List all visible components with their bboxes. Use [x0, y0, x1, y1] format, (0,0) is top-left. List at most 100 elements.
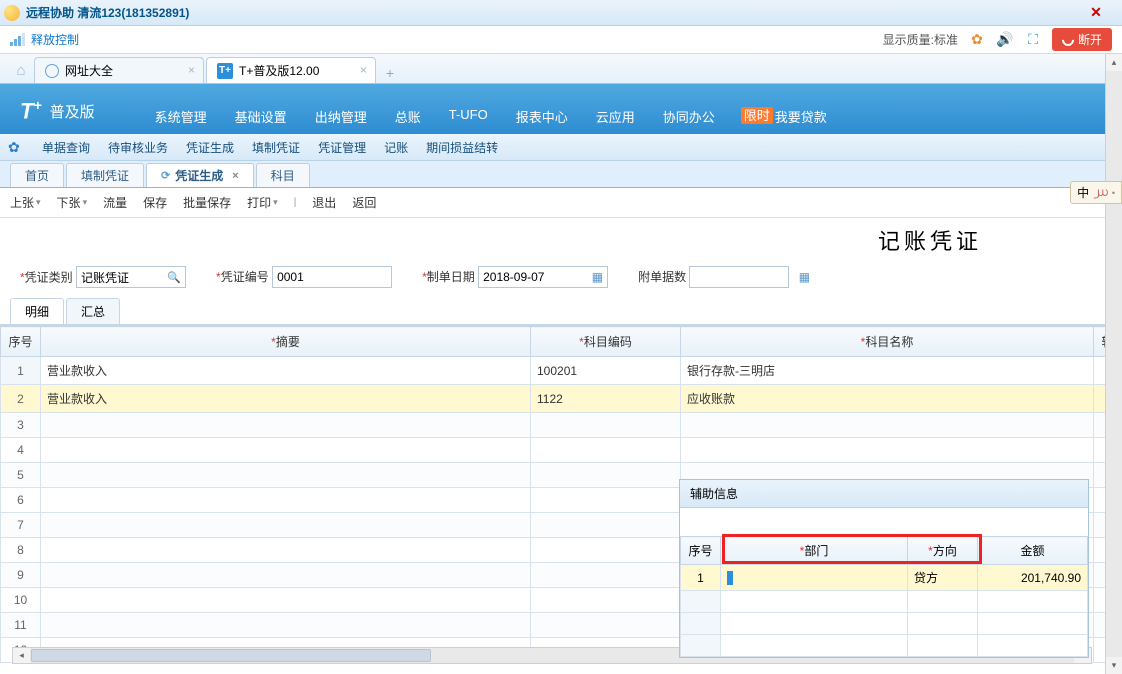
number-label: 凭证编号 [221, 270, 269, 284]
col-summary[interactable]: *摘要 [41, 327, 531, 357]
tab-subjects[interactable]: 科目 [256, 163, 310, 187]
type-field[interactable]: 记账凭证🔍 [76, 266, 186, 288]
gear-icon[interactable]: ✿ [8, 139, 24, 155]
voucher-toolbar: 上张▾ 下张▾ 流量 保存 批量保存 打印▾ | 退出 返回 [0, 188, 1122, 218]
cell-code[interactable]: 1122 [531, 385, 681, 413]
menu-loan[interactable]: 限时我要贷款 [743, 107, 827, 126]
tab-fill[interactable]: 填制凭证 [66, 163, 144, 187]
display-quality-label[interactable]: 显示质量:标准 [883, 31, 958, 48]
calendar-icon[interactable]: ▦ [592, 270, 603, 284]
prev-button[interactable]: 上张▾ [10, 194, 41, 211]
mic-icon[interactable]: ✿ [968, 31, 986, 49]
tab-generate[interactable]: ⟳凭证生成× [146, 163, 254, 187]
scroll-up[interactable]: ▴ [1106, 54, 1122, 71]
browser-tab-app[interactable]: T+ T+普及版12.00 × [206, 57, 376, 83]
scroll-thumb[interactable] [31, 649, 431, 662]
table-row[interactable]: 2 营业款收入 1122 应收账款 [1, 385, 1122, 413]
col-name[interactable]: *科目名称 [681, 327, 1094, 357]
hangup-label: 断开 [1078, 31, 1102, 48]
batch-save-button[interactable]: 批量保存 [183, 194, 231, 211]
aux-dept-cell[interactable] [721, 565, 908, 591]
new-tab-button[interactable]: + [378, 63, 402, 83]
submenu-generate[interactable]: 凭证生成 [186, 139, 234, 156]
tab-close-icon[interactable]: × [188, 63, 195, 77]
submenu-fill[interactable]: 填制凭证 [252, 139, 300, 156]
submenu-pending[interactable]: 待审核业务 [108, 139, 168, 156]
back-button[interactable]: 返回 [352, 194, 376, 211]
aux-info-panel: 辅助信息 序号 *部门 *方向 金额 1 贷方 201,740.90 [679, 479, 1089, 658]
date-field[interactable]: 2018-09-07▦ [478, 266, 608, 288]
cell-code[interactable]: 100201 [531, 357, 681, 385]
table-row[interactable]: 3 [1, 413, 1122, 438]
menu-tufo[interactable]: T-UFO [449, 107, 488, 126]
cursor-icon [727, 571, 733, 585]
tab-label: 网址大全 [65, 62, 113, 79]
tab-close-icon[interactable]: × [360, 63, 367, 77]
menu-system[interactable]: 系统管理 [155, 107, 207, 126]
menu-gl[interactable]: 总账 [395, 107, 421, 126]
tab-summary[interactable]: 汇总 [66, 298, 120, 324]
col-code[interactable]: *科目编码 [531, 327, 681, 357]
menu-reports[interactable]: 报表中心 [516, 107, 568, 126]
menu-cloud[interactable]: 云应用 [596, 107, 635, 126]
attach-label: 附单据数 [638, 270, 686, 284]
menu-collab[interactable]: 协同办公 [663, 107, 715, 126]
hangup-button[interactable]: 断开 [1052, 28, 1112, 51]
scroll-left[interactable]: ◂ [13, 648, 30, 663]
aux-row[interactable] [681, 613, 1088, 635]
detail-tabs: 明细 汇总 [0, 298, 1122, 325]
aux-dir-cell[interactable]: 贷方 [908, 565, 978, 591]
phone-icon [1059, 31, 1076, 48]
cell-summary[interactable]: 营业款收入 [41, 357, 531, 385]
tab-close-icon[interactable]: × [232, 170, 238, 182]
attach-input[interactable] [694, 267, 784, 287]
cell-summary[interactable]: 营业款收入 [41, 385, 531, 413]
loan-badge: 限时 [741, 107, 773, 124]
cell-name[interactable]: 应收账款 [681, 385, 1094, 413]
submenu-manage[interactable]: 凭证管理 [318, 139, 366, 156]
fullscreen-icon[interactable]: ⛶ [1024, 31, 1042, 49]
table-row[interactable]: 1 营业款收入 100201 银行存款-三明店 [1, 357, 1122, 385]
remote-control-bar: 释放控制 显示质量:标准 ✿ 🔊 ⛶ 断开 [0, 26, 1122, 54]
aux-amt-cell[interactable]: 201,740.90 [978, 565, 1088, 591]
refresh-icon[interactable]: ⟳ [161, 169, 170, 182]
table-row[interactable]: 4 [1, 438, 1122, 463]
vertical-scrollbar[interactable]: ▴ ▾ [1105, 54, 1122, 674]
print-button[interactable]: 打印▾ [247, 194, 278, 211]
release-control-link[interactable]: 释放控制 [31, 31, 79, 48]
number-input[interactable] [277, 267, 387, 287]
menu-basic[interactable]: 基础设置 [235, 107, 287, 126]
aux-row[interactable]: 1 贷方 201,740.90 [681, 565, 1088, 591]
aux-row-number: 1 [681, 565, 721, 591]
browser-tab-sites[interactable]: 网址大全 × [34, 57, 204, 83]
row-number: 2 [1, 385, 41, 413]
menu-cashier[interactable]: 出纳管理 [315, 107, 367, 126]
submenu-period[interactable]: 期间损益结转 [426, 139, 498, 156]
next-button[interactable]: 下张▾ [57, 194, 88, 211]
exit-button[interactable]: 退出 [312, 194, 336, 211]
flow-button[interactable]: 流量 [103, 194, 127, 211]
submenu-query[interactable]: 单据查询 [42, 139, 90, 156]
number-field[interactable] [272, 266, 392, 288]
window-close-button[interactable]: ✕ [1074, 4, 1118, 22]
save-button[interactable]: 保存 [143, 194, 167, 211]
ime-indicator[interactable]: 中൰• [1070, 181, 1122, 204]
attach-field[interactable] [689, 266, 789, 288]
search-icon[interactable]: 🔍 [167, 271, 181, 284]
scroll-down[interactable]: ▾ [1106, 657, 1122, 674]
aux-col-amt[interactable]: 金额 [978, 537, 1088, 565]
submenu-post[interactable]: 记账 [384, 139, 408, 156]
globe-icon [45, 64, 59, 78]
calendar-icon[interactable]: ▦ [799, 270, 810, 284]
tab-detail[interactable]: 明细 [10, 298, 64, 324]
cell-name[interactable]: 银行存款-三明店 [681, 357, 1094, 385]
col-seq[interactable]: 序号 [1, 327, 41, 357]
speaker-icon[interactable]: 🔊 [996, 31, 1014, 49]
browser-home-icon[interactable]: ⌂ [8, 57, 34, 83]
page-tabs: 首页 填制凭证 ⟳凭证生成× 科目 [0, 161, 1122, 188]
aux-title: 辅助信息 [680, 480, 1088, 508]
tab-home[interactable]: 首页 [10, 163, 64, 187]
aux-col-seq[interactable]: 序号 [681, 537, 721, 565]
aux-row[interactable] [681, 635, 1088, 657]
aux-row[interactable] [681, 591, 1088, 613]
